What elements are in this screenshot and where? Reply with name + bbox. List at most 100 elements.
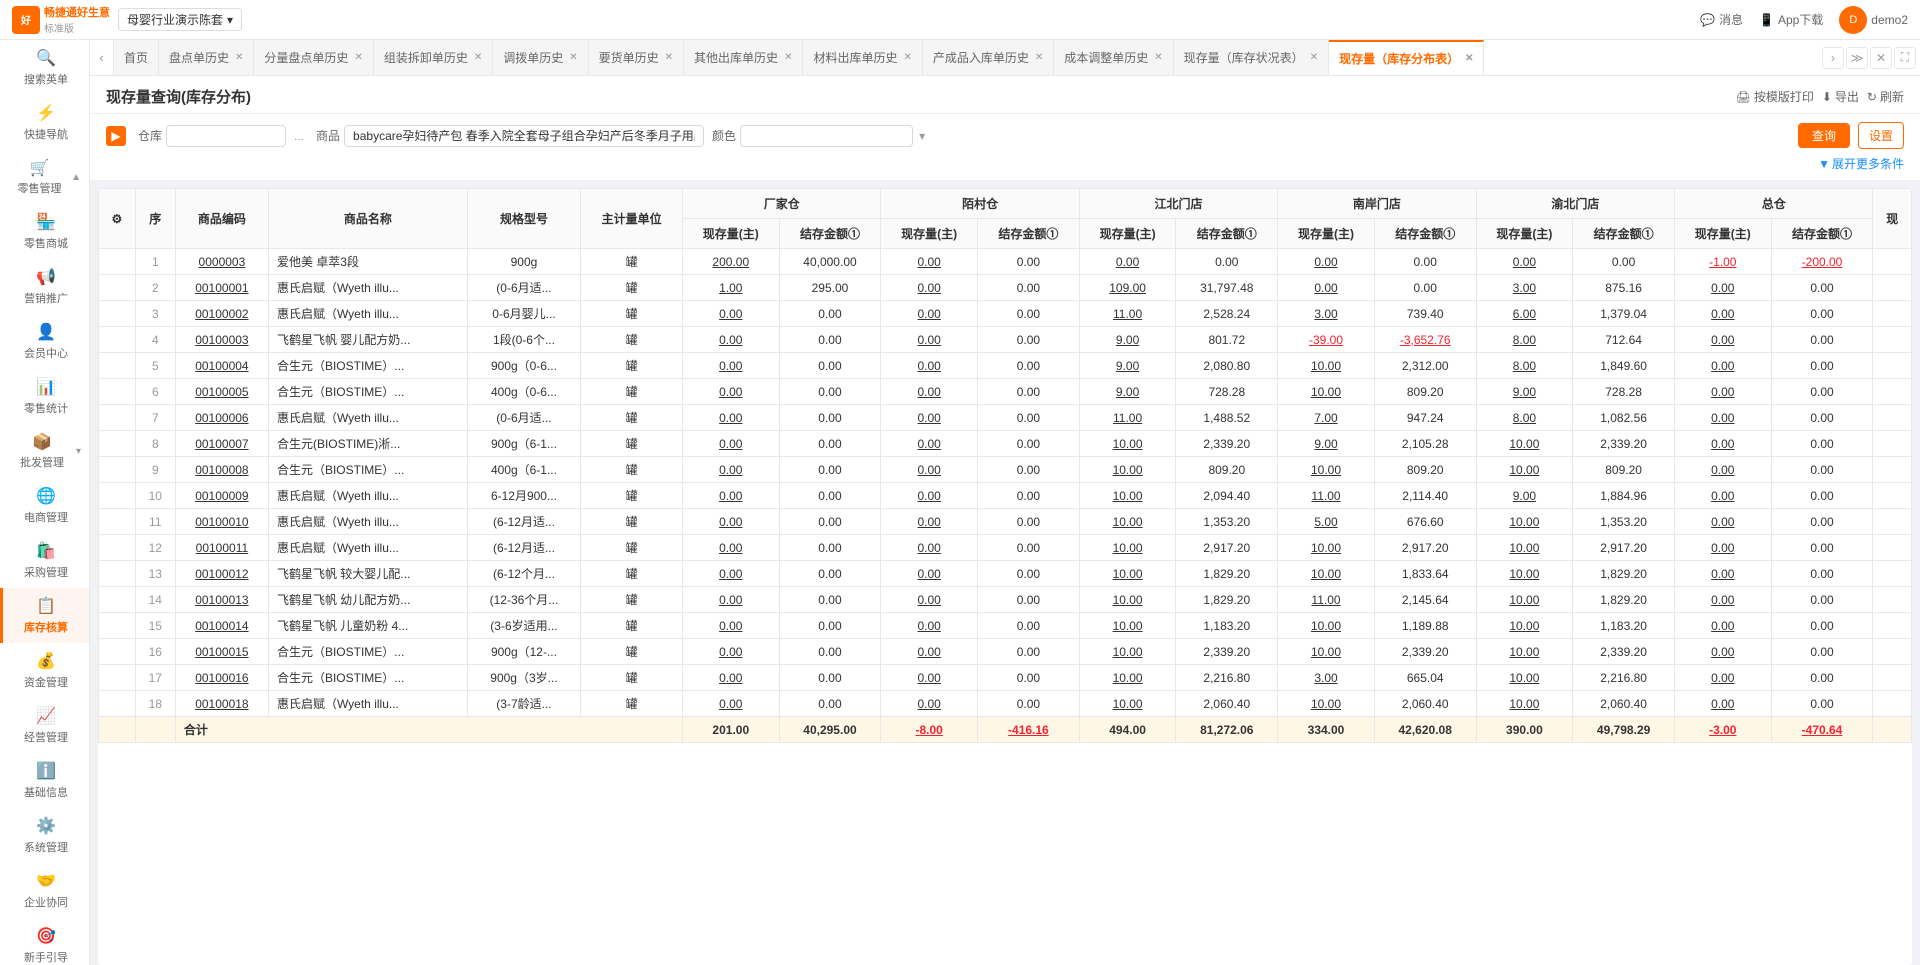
tab-transfer[interactable]: 调拨单历史 ✕ [493,40,588,76]
col-total-cur-cell[interactable]: 0.00 [1675,483,1772,509]
col-mucun-cur-cell[interactable]: 0.00 [881,457,978,483]
col-code-cell[interactable]: 00100005 [175,379,268,405]
col-mucun-cur-cell[interactable]: 0.00 [881,431,978,457]
col-total-cur-cell[interactable]: 0.00 [1675,301,1772,327]
color-input[interactable] [740,125,913,147]
col-changjiacao-cur-cell[interactable]: 0.00 [683,483,780,509]
col-changjiacao-cur-cell[interactable]: 0.00 [683,379,780,405]
col-code-cell[interactable]: 00100018 [175,691,268,717]
goods-input[interactable] [344,125,704,147]
col-jiangbei-cur-cell[interactable]: 10.00 [1079,483,1176,509]
sidebar-item-guide[interactable]: 🎯 新手引导 [0,918,89,965]
col-mucun-cur-cell[interactable]: 0.00 [881,535,978,561]
col-mucun-cur-cell[interactable]: 0.00 [881,665,978,691]
tab-close-icon[interactable]: ✕ [665,52,673,63]
tab-close-all-button[interactable]: ✕ [1870,47,1892,69]
col-nanan-cur-cell[interactable]: 10.00 [1278,691,1375,717]
col-settings-cell[interactable] [99,405,136,431]
tab-next-button[interactable]: › [1822,47,1844,69]
col-changjiacao-cur-cell[interactable]: 0.00 [683,613,780,639]
col-settings-cell[interactable] [99,249,136,275]
col-settings-cell[interactable] [99,613,136,639]
col-jiangbei-cur-cell[interactable]: 0.00 [1079,249,1176,275]
tab-fullscreen-button[interactable]: ⛶ [1894,47,1916,69]
col-changjiacao-cur-cell[interactable]: 0.00 [683,587,780,613]
col-nanan-cur-cell[interactable]: 0.00 [1278,275,1375,301]
col-yubei-cur-cell[interactable]: 9.00 [1476,483,1573,509]
tab-requisition[interactable]: 要货单历史 ✕ [589,40,684,76]
col-nanan-cur-cell[interactable]: 11.00 [1278,587,1375,613]
col-code-cell[interactable]: 00100007 [175,431,268,457]
col-code-cell[interactable]: 00100011 [175,535,268,561]
sidebar-item-quick[interactable]: ⚡ 快捷导航 [0,95,89,150]
tab-more-button[interactable]: ≫ [1846,47,1868,69]
col-jiangbei-cur-cell[interactable]: 9.00 [1079,353,1176,379]
col-jiangbei-cur-cell[interactable]: 10.00 [1079,457,1176,483]
sidebar-item-collab[interactable]: 🤝 企业协同 [0,863,89,918]
sidebar-item-inventory[interactable]: 📋 库存核算 [0,588,89,643]
col-settings-cell[interactable] [99,431,136,457]
col-changjiacao-cur-cell[interactable]: 0.00 [683,353,780,379]
col-settings-cell[interactable] [99,587,136,613]
sidebar-item-purchase[interactable]: 🛍️ 采购管理 [0,533,89,588]
tab-material-out[interactable]: 材料出库单历史 ✕ [803,40,922,76]
search-button[interactable]: 查询 [1798,123,1850,148]
setting-button[interactable]: 设置 [1858,122,1904,149]
col-nanan-cur-cell[interactable]: 10.00 [1278,353,1375,379]
col-yubei-cur-cell[interactable]: 0.00 [1476,249,1573,275]
col-mucun-cur-cell[interactable]: 0.00 [881,691,978,717]
message-button[interactable]: 💬 消息 [1700,11,1743,28]
col-code-cell[interactable]: 00100014 [175,613,268,639]
col-total-cur-cell[interactable]: 0.00 [1675,327,1772,353]
col-total-cur-cell[interactable]: 0.00 [1675,509,1772,535]
col-code-cell[interactable]: 00100012 [175,561,268,587]
col-jiangbei-cur-cell[interactable]: 9.00 [1079,327,1176,353]
export-button[interactable]: ⬇ 导出 [1822,88,1859,105]
col-changjiacao-cur-cell[interactable]: 0.00 [683,457,780,483]
col-total-cur-cell[interactable]: 0.00 [1675,561,1772,587]
col-yubei-cur-cell[interactable]: 10.00 [1476,535,1573,561]
col-settings-cell[interactable] [99,535,136,561]
col-changjiacao-cur-cell[interactable]: 0.00 [683,639,780,665]
col-settings-cell[interactable] [99,301,136,327]
col-nanan-cur-cell[interactable]: 0.00 [1278,249,1375,275]
industry-selector[interactable]: 母婴行业演示陈套 ▾ [118,8,242,31]
tab-close-icon[interactable]: ✕ [1035,52,1043,63]
col-jiangbei-cur-cell[interactable]: 9.00 [1079,379,1176,405]
app-download-button[interactable]: 📱 App下载 [1759,11,1823,28]
col-yubei-cur-cell[interactable]: 10.00 [1476,561,1573,587]
tab-close-icon[interactable]: ✕ [354,52,362,63]
sidebar-item-retail[interactable]: 🛒 零售管理 ▲ [0,150,89,204]
col-code-cell[interactable]: 00100003 [175,327,268,353]
col-total-cur-cell[interactable]: 0.00 [1675,691,1772,717]
refresh-button[interactable]: ↻ 刷新 [1867,88,1904,105]
col-yubei-cur-cell[interactable]: 10.00 [1476,691,1573,717]
col-mucun-cur-cell[interactable]: 0.00 [881,249,978,275]
col-code-cell[interactable]: 00100002 [175,301,268,327]
col-code-cell[interactable]: 00100006 [175,405,268,431]
col-yubei-cur-cell[interactable]: 10.00 [1476,431,1573,457]
col-total-cur-cell[interactable]: 0.00 [1675,613,1772,639]
tab-close-icon[interactable]: ✕ [1465,53,1473,64]
col-code-cell[interactable]: 0000003 [175,249,268,275]
col-nanan-cur-cell[interactable]: 3.00 [1278,301,1375,327]
col-nanan-cur-cell[interactable]: 10.00 [1278,613,1375,639]
tab-close-icon[interactable]: ✕ [569,52,577,63]
col-jiangbei-cur-cell[interactable]: 10.00 [1079,613,1176,639]
col-total-cur-cell[interactable]: 0.00 [1675,587,1772,613]
col-yubei-cur-cell[interactable]: 10.00 [1476,457,1573,483]
col-jiangbei-cur-cell[interactable]: 10.00 [1079,665,1176,691]
col-mucun-cur-cell[interactable]: 0.00 [881,639,978,665]
col-jiangbei-cur-cell[interactable]: 10.00 [1079,639,1176,665]
col-total-cur-cell[interactable]: 0.00 [1675,431,1772,457]
col-settings-cell[interactable] [99,457,136,483]
col-mucun-cur-cell[interactable]: 0.00 [881,587,978,613]
col-changjiacao-cur-cell[interactable]: 0.00 [683,691,780,717]
col-nanan-cur-cell[interactable]: 11.00 [1278,483,1375,509]
col-code-cell[interactable]: 00100013 [175,587,268,613]
col-jiangbei-cur-cell[interactable]: 10.00 [1079,509,1176,535]
col-nanan-cur-cell[interactable]: 10.00 [1278,535,1375,561]
tab-stock-status[interactable]: 现存量（库存状况表） ✕ [1174,40,1329,76]
col-code-cell[interactable]: 00100001 [175,275,268,301]
sidebar-item-finance[interactable]: 💰 资金管理 [0,643,89,698]
